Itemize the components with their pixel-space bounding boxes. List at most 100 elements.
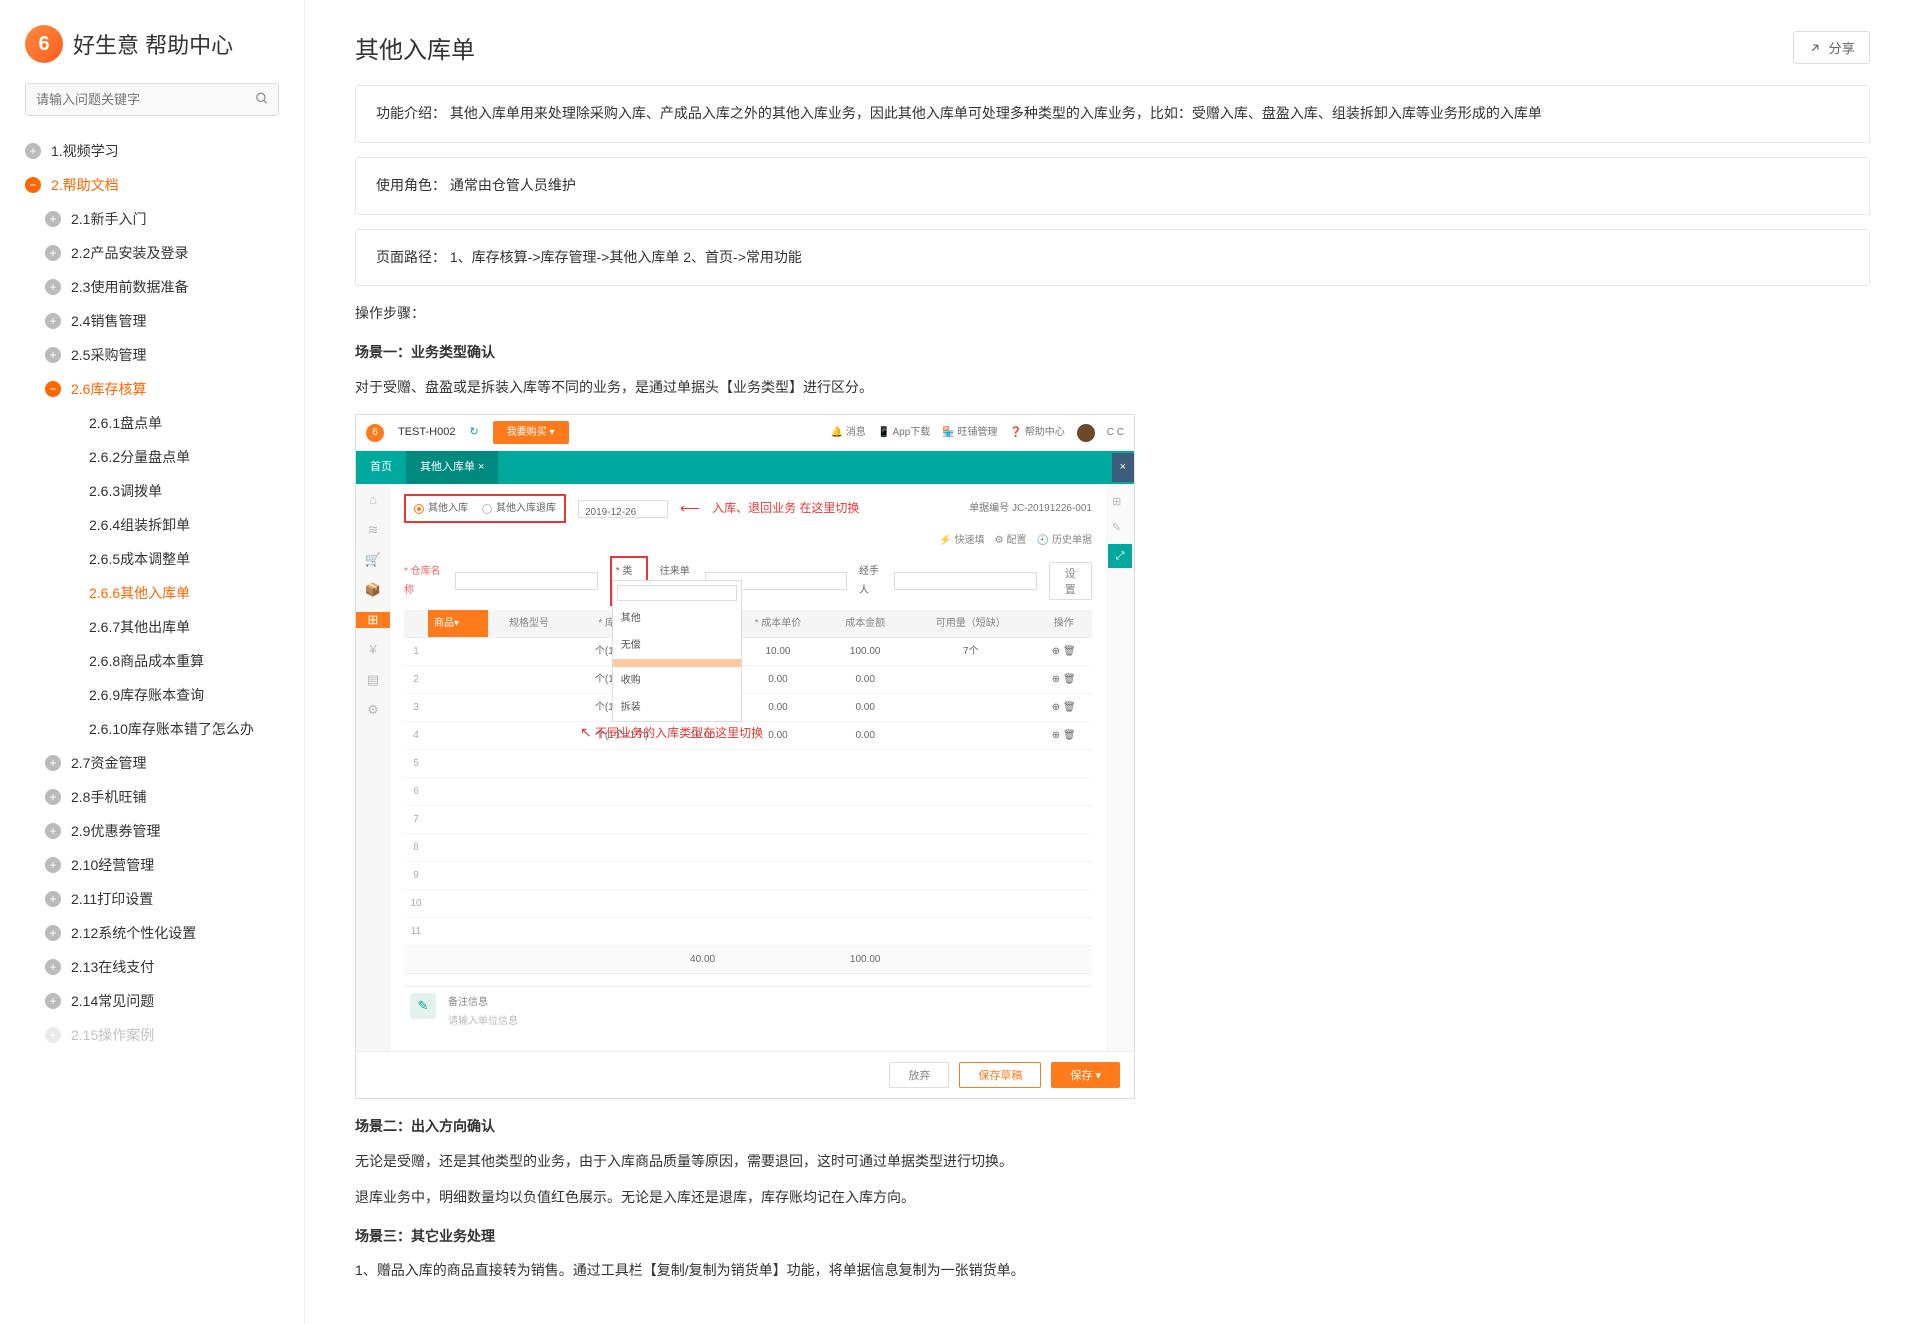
nav-sub-7[interactable]: +2.8手机旺铺 (45, 780, 279, 814)
ss-dd-item[interactable]: 拆装 (613, 694, 741, 721)
main-content: 其他入库单 分享 功能介绍： 其他入库单用来处理除采购入库、产成品入库之外的其他… (305, 0, 1920, 1324)
ss-type-radio-group: 其他入库 其他入库退库 (404, 494, 566, 523)
nav-leaf-1[interactable]: 2.6.2分量盘点单 (49, 440, 279, 474)
ss-dd-search[interactable] (617, 585, 737, 601)
ss-avatar-icon[interactable] (1077, 424, 1095, 442)
ss-nav-report-icon[interactable]: ▤ (365, 672, 381, 688)
nav-sub-5[interactable]: −2.6库存核算 (45, 372, 279, 406)
ss-red-arrow-icon: ⟵ (680, 495, 700, 522)
ss-dd-item[interactable] (613, 659, 741, 667)
nav-top-video[interactable]: +1.视频学习 (25, 134, 279, 168)
nav-leaf-9[interactable]: 2.6.10库存账本错了怎么办 (49, 712, 279, 746)
nav-sub-13[interactable]: +2.14常见问题 (45, 984, 279, 1018)
scene1-title: 场景一：业务类型确认 (355, 339, 1870, 366)
ss-nav-money-icon[interactable]: ¥ (365, 642, 381, 658)
ss-dd-item[interactable]: 其他 (613, 605, 741, 632)
ss-tab-close-icon[interactable]: × (1112, 453, 1134, 482)
ss-cancel-button[interactable]: 放弃 (889, 1062, 949, 1088)
table-row[interactable]: 2个(1个=1个)10.000.000.00⊕ 🗑 (404, 666, 1092, 694)
ss-warehouse-input[interactable] (455, 572, 597, 590)
ss-type-dropdown[interactable]: 其他 无偿 收购 拆装 (612, 580, 742, 722)
ss-dd-item[interactable]: 收购 (613, 667, 741, 694)
search-icon[interactable] (255, 91, 269, 108)
ss-grid: 商品▾ 规格型号 * 库存单位 数量 * 成本单价 成本金额 可用量（短缺） 操… (404, 610, 1092, 974)
nav-top-docs[interactable]: −2.帮助文档 (25, 168, 279, 202)
nav-sub-11[interactable]: +2.12系统个性化设置 (45, 916, 279, 950)
nav-leaf-8[interactable]: 2.6.9库存账本查询 (49, 678, 279, 712)
page-title: 其他入库单 (355, 30, 475, 65)
ss-shop[interactable]: 🏪 旺铺管理 (942, 423, 997, 442)
ss-refresh-icon[interactable]: ↻ (469, 422, 478, 443)
nav-sub-8[interactable]: +2.9优惠券管理 (45, 814, 279, 848)
steps-label: 操作步骤： (355, 300, 1870, 327)
nav-sub-2[interactable]: +2.3使用前数据准备 (45, 270, 279, 304)
ss-help[interactable]: ❓ 帮助中心 (1010, 423, 1065, 442)
ss-right-expand-icon[interactable]: ⤢ (1108, 544, 1132, 568)
info-path: 页面路径： 1、库存核算->库存管理->其他入库单 2、首页->常用功能 (355, 229, 1870, 287)
ss-tab-current[interactable]: 其他入库单 × (406, 451, 498, 484)
nav-leaf-4[interactable]: 2.6.5成本调整单 (49, 542, 279, 576)
ss-nav-stock-icon[interactable]: ⊞ (356, 612, 390, 628)
nav-sub-9[interactable]: +2.10经营管理 (45, 848, 279, 882)
ss-nav-cart-icon[interactable]: 🛒 (365, 552, 381, 568)
ss-nav-home-icon[interactable]: ⌂ (365, 492, 381, 508)
ss-logo-icon: 6 (366, 424, 384, 442)
ss-date-input[interactable]: 2019-12-26 (578, 500, 668, 518)
nav-sub-10[interactable]: +2.11打印设置 (45, 882, 279, 916)
scene2-text1: 无论是受赠，还是其他类型的业务，由于入库商品质量等原因，需要退回，这时可通过单据… (355, 1148, 1870, 1175)
table-row[interactable]: 1个(1个=1个)10.0010.00100.007个⊕ 🗑 (404, 638, 1092, 666)
ss-handler-input[interactable] (894, 572, 1036, 590)
ss-radio-in[interactable]: 其他入库 (414, 499, 468, 518)
nav-sub-4[interactable]: +2.5采购管理 (45, 338, 279, 372)
logo-header: 6 好生意 帮助中心 (25, 25, 279, 63)
ss-tool-quickfill[interactable]: ⚡快速填 (939, 531, 984, 550)
ss-total-amount: 100.00 (824, 946, 906, 974)
logo-text: 好生意 帮助中心 (73, 28, 233, 60)
nav-sub-14[interactable]: +2.15操作案例 (45, 1018, 279, 1052)
logo-icon: 6 (25, 25, 63, 63)
nav-sub-6[interactable]: +2.7资金管理 (45, 746, 279, 780)
ss-note-label: 备注信息 (448, 993, 518, 1012)
table-row[interactable]: 3个(1个=1个)10.000.000.00⊕ 🗑 (404, 694, 1092, 722)
nav-leaf-3[interactable]: 2.6.4组装拆卸单 (49, 508, 279, 542)
ss-tool-history[interactable]: 🕘历史单据 (1037, 531, 1092, 550)
search-box (25, 83, 279, 116)
ss-msg[interactable]: 🔔 消息 (831, 423, 866, 442)
ss-radio-return[interactable]: 其他入库退库 (482, 499, 556, 518)
nav-leaf-2[interactable]: 2.6.3调拨单 (49, 474, 279, 508)
ss-nav-setting-icon[interactable]: ⚙ (365, 702, 381, 718)
nav-sub-1[interactable]: +2.2产品安装及登录 (45, 236, 279, 270)
nav-leaf-0[interactable]: 2.6.1盘点单 (49, 406, 279, 440)
nav-leaf-6[interactable]: 2.6.7其他出库单 (49, 610, 279, 644)
ss-app[interactable]: 📱 App下载 (878, 423, 930, 442)
ss-draft-button[interactable]: 保存草稿 (959, 1062, 1041, 1088)
ss-note-icon: ✎ (410, 993, 436, 1019)
ss-right-icon[interactable]: ✎ (1112, 518, 1128, 534)
scene2-title: 场景二：出入方向确认 (355, 1113, 1870, 1140)
ss-red-arrow2-icon: ↖ (580, 724, 592, 740)
ss-nav-box-icon[interactable]: 📦 (365, 582, 381, 598)
nav-sub-3[interactable]: +2.4销售管理 (45, 304, 279, 338)
scene3-text1: 1、赠品入库的商品直接转为销售。通过工具栏【复制/复制为销货单】功能，将单据信息… (355, 1257, 1870, 1284)
scene3-title: 场景三：其它业务处理 (355, 1223, 1870, 1250)
ss-buy-button[interactable]: 我要购买 ▾ (493, 421, 569, 444)
ss-note-placeholder[interactable]: 请输入单位信息 (448, 1012, 518, 1031)
ss-red-note2: 不同业务的入库类型在这里切换 (595, 726, 763, 740)
ss-total-qty: 40.00 (673, 946, 731, 974)
scene1-text: 对于受赠、盘盈或是拆装入库等不同的业务，是通过单据头【业务类型】进行区分。 (355, 374, 1870, 401)
ss-tool-config[interactable]: ⚙配置 (995, 531, 1027, 550)
nav-leaf-5[interactable]: 2.6.6其他入库单 (49, 576, 279, 610)
nav-leaf-7[interactable]: 2.6.8商品成本重算 (49, 644, 279, 678)
ss-nav-line-icon[interactable]: ≋ (365, 522, 381, 538)
nav-sub-0[interactable]: +2.1新手入门 (45, 202, 279, 236)
embedded-screenshot: 6 TEST-H002 ↻ 我要购买 ▾ 🔔 消息 📱 App下载 🏪 旺铺管理… (355, 414, 1135, 1099)
ss-tab-home[interactable]: 首页 (356, 451, 406, 484)
ss-setting-button[interactable]: 设置 (1049, 562, 1092, 600)
ss-right-icon[interactable]: ⊞ (1112, 492, 1128, 508)
share-icon (1808, 41, 1822, 55)
ss-dd-item[interactable]: 无偿 (613, 632, 741, 659)
ss-save-button[interactable]: 保存 ▾ (1051, 1062, 1120, 1088)
nav-sub-12[interactable]: +2.13在线支付 (45, 950, 279, 984)
share-button[interactable]: 分享 (1793, 31, 1870, 64)
search-input[interactable] (25, 83, 279, 116)
